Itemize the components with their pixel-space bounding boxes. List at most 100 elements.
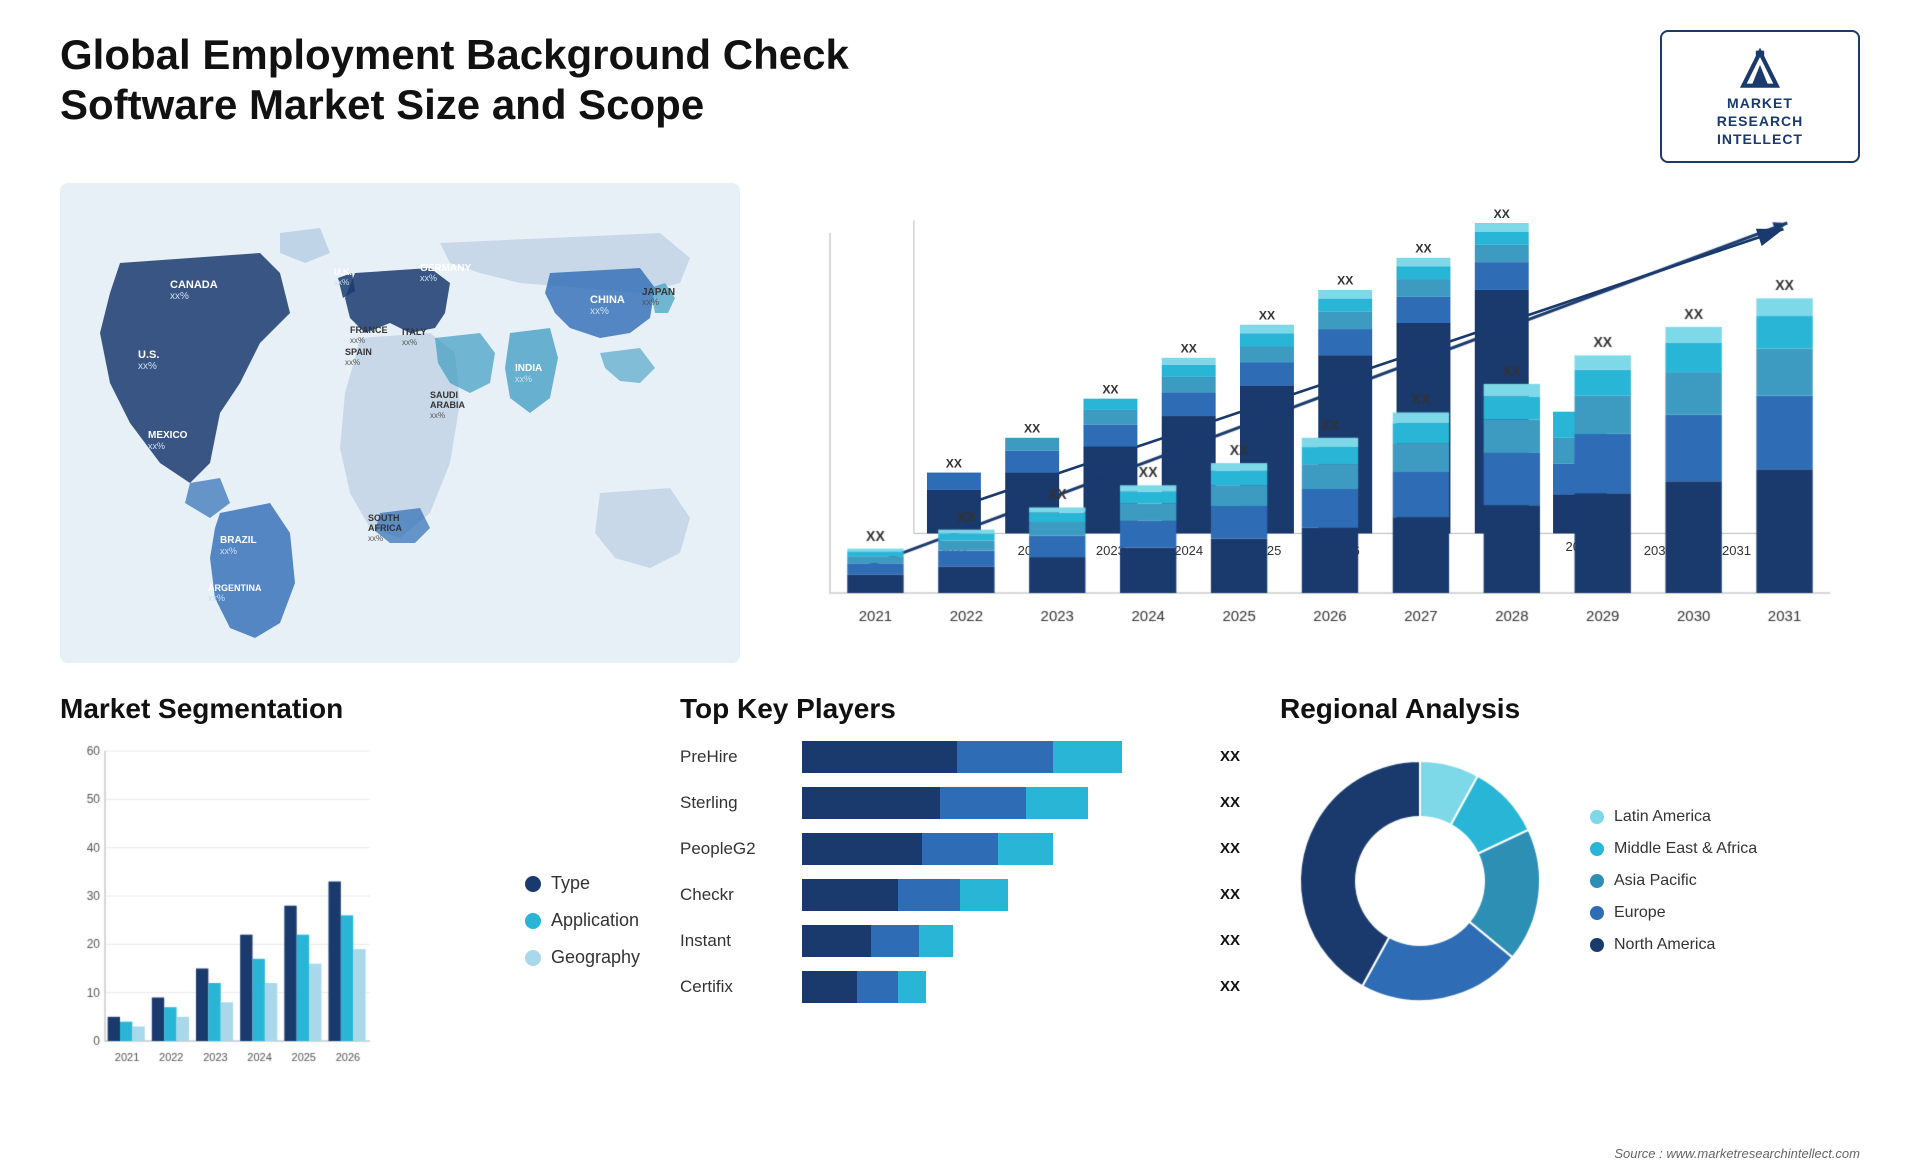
reg-legend-dot	[1590, 810, 1604, 824]
player-row: Sterling XX	[680, 787, 1240, 819]
regional-title: Regional Analysis	[1280, 693, 1860, 725]
player-bar-seg1	[802, 925, 871, 957]
player-bar-label: XX	[1220, 794, 1240, 811]
page-container: Global Employment Background Check Softw…	[0, 0, 1920, 1173]
map-container: CANADA xx% U.S. xx% MEXICO xx% BRAZIL xx…	[60, 183, 740, 663]
regional-legend-item: Asia Pacific	[1590, 872, 1757, 890]
seg-legend: TypeApplicationGeography	[525, 741, 640, 1101]
svg-text:BRAZIL: BRAZIL	[220, 535, 257, 546]
player-bar-container	[802, 741, 1200, 773]
player-row: PreHire XX	[680, 741, 1240, 773]
svg-text:xx%: xx%	[590, 306, 609, 317]
svg-text:xx%: xx%	[170, 291, 189, 302]
svg-text:xx%: xx%	[220, 546, 237, 556]
svg-text:xx%: xx%	[402, 338, 417, 347]
player-bar-seg3	[1026, 787, 1088, 819]
bar-chart-canvas	[780, 183, 1860, 663]
svg-text:xx%: xx%	[368, 534, 383, 543]
regional-inner: Latin America Middle East & Africa Asia Pa…	[1280, 741, 1860, 1021]
source-text: Source : www.marketresearchintellect.com	[1614, 1146, 1860, 1161]
player-bar-label: XX	[1220, 886, 1240, 903]
player-bar-seg2	[922, 833, 998, 865]
players-list: PreHire XX Sterling XX PeopleG2 XX	[680, 741, 1240, 1003]
reg-legend-dot	[1590, 874, 1604, 888]
key-players-title: Top Key Players	[680, 693, 1240, 725]
svg-text:xx%: xx%	[334, 278, 349, 287]
svg-text:xx%: xx%	[345, 358, 360, 367]
donut-container	[1280, 741, 1560, 1021]
regional-legend-item: Europe	[1590, 904, 1757, 922]
key-players-container: Top Key Players PreHire XX Sterling XX P…	[680, 693, 1240, 1143]
player-bar-seg2	[940, 787, 1026, 819]
player-name: PeopleG2	[680, 839, 790, 859]
player-bar-seg1	[802, 787, 940, 819]
player-bar-seg1	[802, 879, 898, 911]
logo-icon	[1735, 44, 1785, 94]
segmentation-inner: TypeApplicationGeography	[60, 741, 640, 1101]
svg-text:CANADA: CANADA	[170, 279, 218, 291]
svg-text:xx%: xx%	[148, 441, 165, 451]
player-bar-seg2	[898, 879, 960, 911]
legend-item-geography: Geography	[525, 947, 640, 968]
player-bar-seg3	[998, 833, 1053, 865]
svg-text:INDIA: INDIA	[515, 363, 542, 374]
svg-text:ARGENTINA: ARGENTINA	[208, 583, 262, 593]
player-row: Certifix XX	[680, 971, 1240, 1003]
player-bar-seg2	[857, 971, 898, 1003]
player-row: PeopleG2 XX	[680, 833, 1240, 865]
player-bar-label: XX	[1220, 932, 1240, 949]
seg-chart-canvas	[60, 741, 380, 1081]
bar-chart-container: XX 2021 XX 2022 XX 2023	[780, 183, 1860, 663]
player-bar-seg1	[802, 833, 922, 865]
regional-legend-item: Middle East & Africa	[1590, 840, 1757, 858]
player-row: Instant XX	[680, 925, 1240, 957]
legend-dot	[525, 913, 541, 929]
regional-container: Regional Analysis Latin America Middle Ea…	[1280, 693, 1860, 1143]
svg-text:xx%: xx%	[642, 297, 659, 307]
header: Global Employment Background Check Softw…	[60, 30, 1860, 163]
player-bar-container	[802, 879, 1200, 911]
svg-text:xx%: xx%	[350, 336, 365, 345]
player-bar-label: XX	[1220, 748, 1240, 765]
legend-dot	[525, 950, 541, 966]
player-name: PreHire	[680, 747, 790, 767]
segmentation-container: Market Segmentation TypeApplicationGeogr…	[60, 693, 640, 1143]
legend-item-application: Application	[525, 910, 640, 931]
player-bar-seg1	[802, 741, 957, 773]
svg-text:AFRICA: AFRICA	[368, 523, 402, 533]
player-bar-seg3	[898, 971, 926, 1003]
svg-text:SPAIN: SPAIN	[345, 347, 372, 357]
svg-text:xx%: xx%	[138, 361, 157, 372]
player-bar-seg2	[871, 925, 919, 957]
player-name: Sterling	[680, 793, 790, 813]
regional-legend: Latin America Middle East & Africa Asia Pa…	[1590, 808, 1757, 954]
regional-legend-item: Latin America	[1590, 808, 1757, 826]
regional-legend-item: North America	[1590, 936, 1757, 954]
logo-area: MARKET RESEARCH INTELLECT	[1660, 30, 1860, 163]
reg-legend-dot	[1590, 938, 1604, 952]
reg-legend-dot	[1590, 906, 1604, 920]
player-bar-seg1	[802, 971, 857, 1003]
svg-text:ITALY: ITALY	[402, 327, 427, 337]
player-name: Checkr	[680, 885, 790, 905]
legend-dot	[525, 876, 541, 892]
player-bar-seg3	[1053, 741, 1122, 773]
player-name: Instant	[680, 931, 790, 951]
bottom-section: Market Segmentation TypeApplicationGeogr…	[60, 693, 1860, 1143]
svg-text:MEXICO: MEXICO	[148, 430, 188, 441]
top-section: CANADA xx% U.S. xx% MEXICO xx% BRAZIL xx…	[60, 183, 1860, 663]
svg-text:xx%: xx%	[430, 411, 445, 420]
world-map-svg: CANADA xx% U.S. xx% MEXICO xx% BRAZIL xx…	[60, 183, 740, 663]
player-bar-seg3	[919, 925, 953, 957]
svg-text:SOUTH: SOUTH	[368, 513, 400, 523]
svg-text:CHINA: CHINA	[590, 294, 625, 306]
player-bar-seg3	[960, 879, 1008, 911]
svg-text:U.S.: U.S.	[138, 349, 159, 361]
player-bar-label: XX	[1220, 978, 1240, 995]
donut-canvas	[1280, 741, 1560, 1021]
seg-chart	[60, 741, 505, 1101]
svg-text:U.K.: U.K.	[334, 267, 352, 277]
svg-text:xx%: xx%	[208, 593, 225, 603]
player-bar-container	[802, 787, 1200, 819]
player-bar-container	[802, 833, 1200, 865]
